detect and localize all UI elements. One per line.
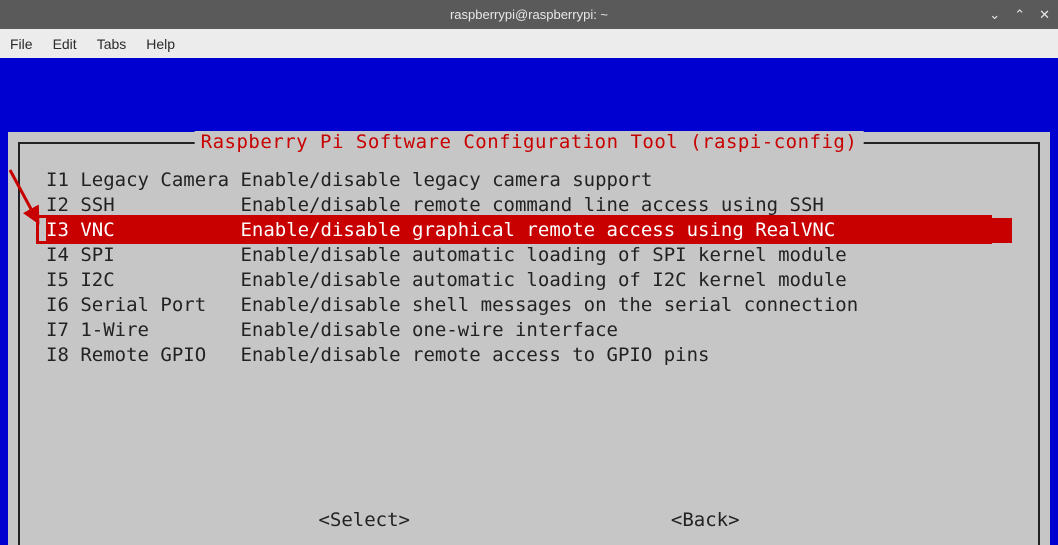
option-row-i8[interactable]: I8 Remote GPIO Enable/disable remote acc…	[46, 343, 1012, 368]
frame-right	[1038, 142, 1040, 545]
window-controls: ⌄ ⌃ ✕	[989, 7, 1050, 23]
option-row-i5[interactable]: I5 I2C Enable/disable automatic loading …	[46, 268, 1012, 293]
select-button[interactable]: <Select>	[318, 509, 410, 531]
option-row-i4[interactable]: I4 SPI Enable/disable automatic loading …	[46, 243, 1012, 268]
window-title: raspberrypi@raspberrypi: ~	[450, 7, 608, 22]
option-row-i1[interactable]: I1 Legacy Camera Enable/disable legacy c…	[46, 168, 1012, 193]
terminal[interactable]: Raspberry Pi Software Configuration Tool…	[0, 58, 1058, 545]
option-row-i3[interactable]: I3 VNC Enable/disable graphical remote a…	[46, 218, 1012, 243]
back-button[interactable]: <Back>	[671, 509, 740, 531]
option-row-i6[interactable]: I6 Serial Port Enable/disable shell mess…	[46, 293, 1012, 318]
menu-file[interactable]: File	[10, 36, 33, 52]
close-icon[interactable]: ✕	[1039, 7, 1050, 23]
menu-help[interactable]: Help	[146, 36, 175, 52]
menubar: File Edit Tabs Help	[0, 29, 1058, 58]
minimize-icon[interactable]: ⌄	[989, 7, 1000, 23]
menu-tabs[interactable]: Tabs	[97, 36, 127, 52]
frame-left	[18, 142, 20, 545]
window-titlebar: raspberrypi@raspberrypi: ~ ⌄ ⌃ ✕	[0, 0, 1058, 29]
maximize-icon[interactable]: ⌃	[1014, 7, 1025, 23]
menu-edit[interactable]: Edit	[53, 36, 77, 52]
dialog-buttons: <Select> <Back>	[8, 509, 1050, 531]
option-list: I1 Legacy Camera Enable/disable legacy c…	[46, 168, 1012, 368]
option-row-i7[interactable]: I7 1-Wire Enable/disable one-wire interf…	[46, 318, 1012, 343]
config-dialog: Raspberry Pi Software Configuration Tool…	[8, 132, 1050, 545]
dialog-title: Raspberry Pi Software Configuration Tool…	[195, 131, 864, 153]
option-row-i2[interactable]: I2 SSH Enable/disable remote command lin…	[46, 193, 1012, 218]
